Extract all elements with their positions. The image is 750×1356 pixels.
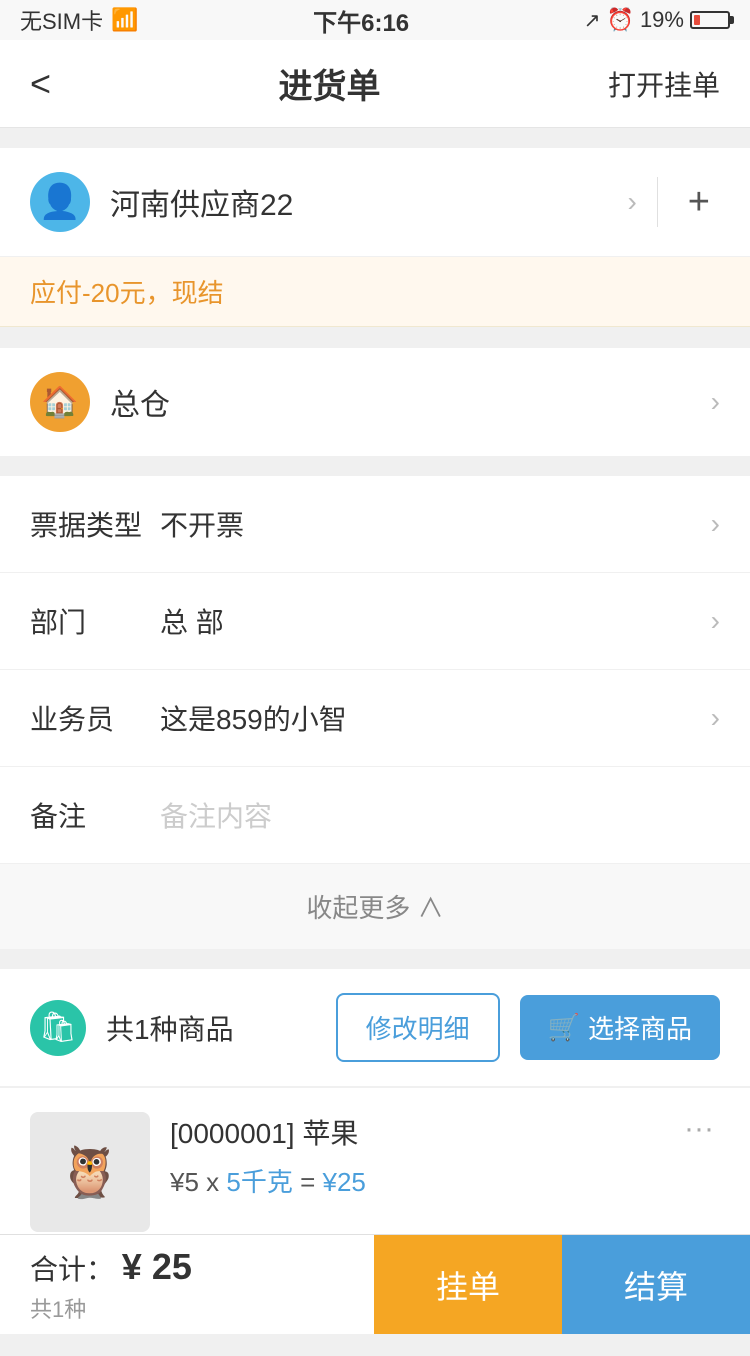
invoice-type-label: 票据类型: [30, 504, 160, 544]
remark-row[interactable]: 备注 备注内容: [0, 767, 750, 864]
price-equals: =: [300, 1167, 322, 1197]
total-row: 合计： ¥ 25: [30, 1246, 344, 1288]
battery-icon: [690, 11, 730, 29]
person-icon: 👤: [39, 182, 81, 222]
product-unit-price: ¥5: [170, 1167, 199, 1197]
status-time: 下午6:16: [313, 3, 409, 38]
select-product-label: 选择商品: [588, 1009, 692, 1046]
collapse-toggle[interactable]: 收起更多 ∧: [0, 864, 750, 949]
add-supplier-button[interactable]: +: [678, 181, 720, 224]
status-bar: 无SIM卡 📶 下午6:16 ↗ ⏰ 19%: [0, 0, 750, 40]
salesperson-value: 这是859的小智: [160, 698, 711, 738]
select-product-button[interactable]: 🛒 选择商品: [520, 995, 720, 1060]
product-name: [0000001] 苹果: [170, 1112, 658, 1152]
location-icon: ↗: [584, 8, 601, 33]
warehouse-icon: 🏠: [41, 385, 78, 420]
products-icon: 🛍: [39, 1010, 77, 1045]
alarm-icon: ⏰: [607, 7, 634, 33]
warehouse-card: 🏠 总仓 ›: [0, 347, 750, 456]
salesperson-row[interactable]: 业务员 这是859的小智 ›: [0, 670, 750, 767]
products-count: 共1种商品: [106, 1008, 316, 1048]
remark-label: 备注: [30, 795, 160, 835]
invoice-type-chevron-icon: ›: [711, 508, 720, 540]
invoice-type-value: 不开票: [160, 504, 711, 544]
page-title: 进货单: [279, 59, 381, 108]
supplier-card: 👤 河南供应商22 › + 应付-20元，现结: [0, 148, 750, 327]
department-row[interactable]: 部门 总 部 ›: [0, 573, 750, 670]
department-value: 总 部: [160, 601, 711, 641]
price-times: x: [206, 1167, 226, 1197]
product-price-row: ¥5 x 5千克 = ¥25: [170, 1162, 658, 1199]
edit-detail-button[interactable]: 修改明细: [336, 993, 500, 1062]
invoice-type-row[interactable]: 票据类型 不开票 ›: [0, 476, 750, 573]
warehouse-icon-wrap: 🏠: [30, 372, 90, 432]
total-sub: 共1种: [30, 1292, 344, 1324]
product-item: 🦉 [0000001] 苹果 ¥5 x 5千克 = ¥25 ···: [0, 1087, 750, 1256]
hang-button[interactable]: 挂单: [374, 1235, 562, 1334]
product-more-button[interactable]: ···: [678, 1112, 720, 1146]
form-section: 票据类型 不开票 › 部门 总 部 › 业务员 这是859的小智 › 备注 备注…: [0, 476, 750, 864]
payment-notice: 应付-20元，现结: [0, 257, 750, 327]
separator-2: [0, 327, 750, 347]
department-chevron-icon: ›: [711, 605, 720, 637]
separator-1: [0, 128, 750, 148]
products-icon-wrap: 🛍: [30, 1000, 86, 1056]
product-quantity: 5千克: [226, 1167, 292, 1197]
open-hang-button[interactable]: 打开挂单: [608, 64, 720, 104]
department-label: 部门: [30, 601, 160, 641]
total-amount: ¥ 25: [122, 1246, 192, 1287]
wifi-icon: 📶: [111, 7, 138, 33]
product-title: 苹果: [302, 1118, 358, 1149]
total-section: 合计： ¥ 25 共1种: [0, 1235, 374, 1334]
supplier-name: 河南供应商22: [110, 180, 627, 224]
supplier-avatar: 👤: [30, 172, 90, 232]
nav-bar: < 进货单 打开挂单: [0, 40, 750, 128]
product-thumb-icon: 🦉: [59, 1143, 121, 1202]
product-code: [0000001]: [170, 1118, 295, 1149]
product-thumbnail: 🦉: [30, 1112, 150, 1232]
back-button[interactable]: <: [30, 63, 51, 105]
status-right: ↗ ⏰ 19%: [584, 7, 730, 33]
battery-fill: [694, 15, 700, 25]
products-header: 🛍 共1种商品 修改明细 🛒 选择商品: [0, 969, 750, 1087]
salesperson-label: 业务员: [30, 698, 160, 738]
battery-percent: 19%: [640, 7, 684, 33]
supplier-divider: [657, 177, 658, 227]
checkout-button[interactable]: 结算: [562, 1235, 750, 1334]
cart-icon: 🛒: [548, 1012, 580, 1043]
carrier-label: 无SIM卡: [20, 4, 103, 36]
product-info: [0000001] 苹果 ¥5 x 5千克 = ¥25: [170, 1112, 658, 1199]
warehouse-chevron-icon: ›: [711, 386, 720, 418]
supplier-chevron-icon: ›: [627, 186, 636, 218]
warehouse-row[interactable]: 🏠 总仓 ›: [0, 347, 750, 456]
warehouse-name: 总仓: [110, 380, 711, 424]
supplier-row[interactable]: 👤 河南供应商22 › +: [0, 148, 750, 257]
remark-input[interactable]: 备注内容: [160, 795, 720, 835]
status-left: 无SIM卡 📶: [20, 4, 139, 36]
product-total: ¥25: [323, 1167, 366, 1197]
bottom-bar: 合计： ¥ 25 共1种 挂单 结算: [0, 1234, 750, 1334]
total-label: 合计：: [30, 1254, 114, 1285]
salesperson-chevron-icon: ›: [711, 702, 720, 734]
